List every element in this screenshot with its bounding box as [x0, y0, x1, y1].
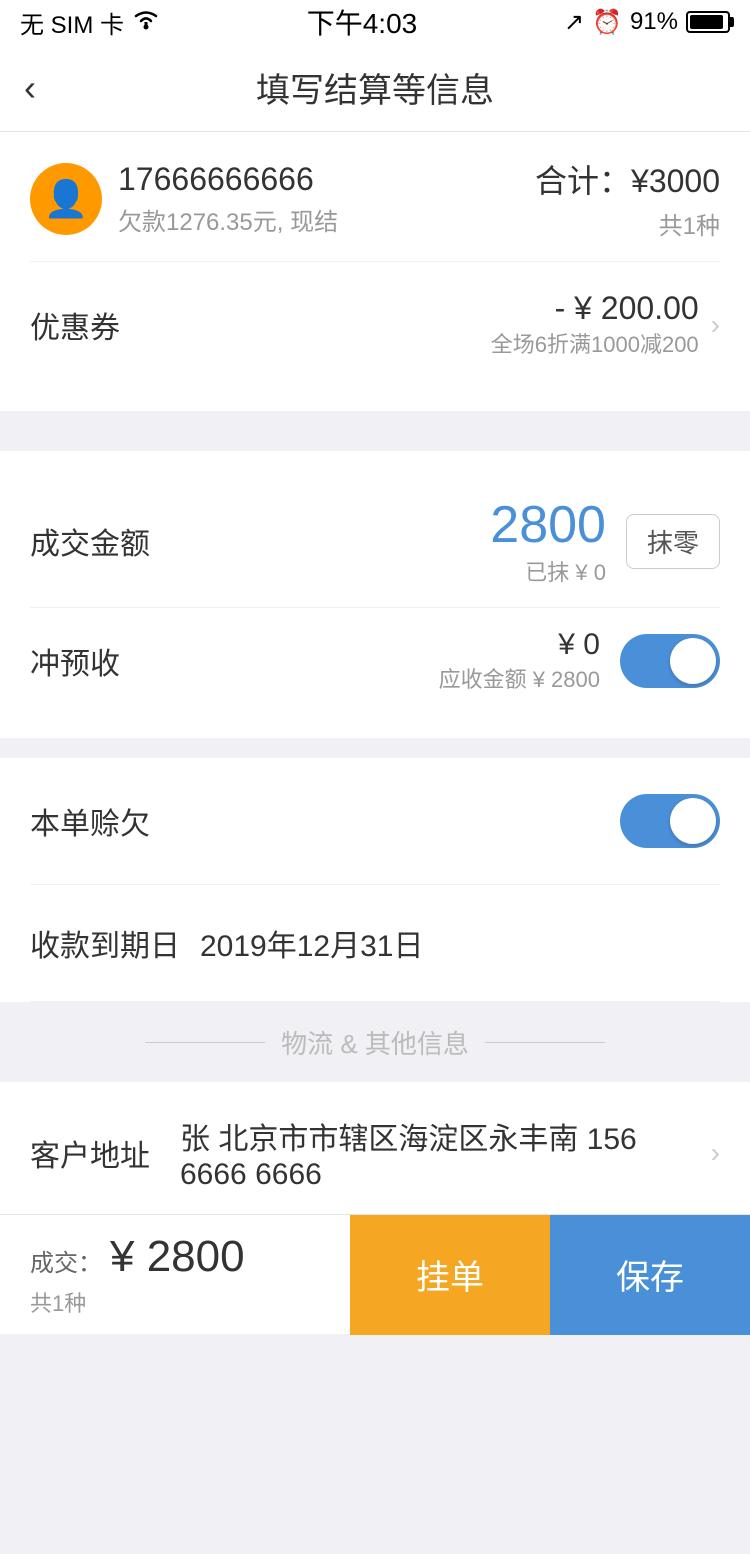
coupon-row[interactable]: 优惠券 - ¥ 200.00 全场6折满1000减200 › [30, 261, 720, 387]
address-label: 客户地址 [30, 1131, 150, 1175]
address-chevron-icon: › [711, 1137, 720, 1169]
coupon-right: - ¥ 200.00 全场6折满1000减200 › [491, 290, 720, 359]
bottom-bar: 成交： ¥ 2800 共1种 挂单 保存 [0, 1214, 750, 1334]
credit-row: 本单赊欠 [30, 758, 720, 885]
customer-card: 👤 17666666666 欠款1276.35元, 现结 合计：¥3000 共1… [0, 132, 750, 411]
prepay-row: 冲预收 ¥ 0 应收金额 ¥ 2800 [30, 608, 720, 714]
status-left: 无 SIM 卡 [20, 5, 160, 40]
bottom-deal-label: 成交： [30, 1243, 102, 1278]
page-title: 填写结算等信息 [256, 63, 494, 112]
bottom-count: 共1种 [30, 1286, 320, 1318]
coupon-label: 优惠券 [30, 303, 120, 347]
round-button[interactable]: 抹零 [626, 514, 720, 569]
total-count: 共1种 [535, 206, 720, 241]
due-date-row: 收款到期日 2019年12月31日 [30, 885, 720, 1002]
carrier-text: 无 SIM 卡 [20, 5, 124, 40]
address-row[interactable]: 客户地址 张 北京市市辖区海淀区永丰南 156 6666 6666 › [30, 1082, 720, 1224]
coupon-discount: - ¥ 200.00 [491, 290, 699, 327]
toggle-knob [670, 638, 716, 684]
deal-amount-sub: 已抹 ¥ 0 [490, 555, 606, 587]
due-date-label: 收款到期日 [30, 921, 180, 965]
credit-toggle[interactable] [620, 794, 720, 848]
customer-total: 合计：¥3000 共1种 [535, 156, 720, 241]
deal-amount-wrap: 2800 已抹 ¥ 0 [490, 495, 606, 587]
customer-left: 👤 17666666666 欠款1276.35元, 现结 [30, 161, 338, 237]
status-time: 下午4:03 [307, 2, 418, 42]
pending-button[interactable]: 挂单 [350, 1215, 550, 1335]
prepay-label: 冲预收 [30, 639, 120, 683]
logistics-text: 物流 & 其他信息 [145, 1024, 605, 1061]
credit-label: 本单赊欠 [30, 799, 150, 843]
deal-amount-label: 成交金额 [30, 519, 150, 563]
customer-row: 👤 17666666666 欠款1276.35元, 现结 合计：¥3000 共1… [30, 156, 720, 241]
status-right: ↗ ⏰ 91% [564, 8, 730, 37]
prepay-toggle[interactable] [620, 634, 720, 688]
status-bar: 无 SIM 卡 下午4:03 ↗ ⏰ 91% [0, 0, 750, 44]
customer-debt: 欠款1276.35元, 现结 [118, 202, 338, 237]
customer-info: 17666666666 欠款1276.35元, 现结 [118, 161, 338, 237]
logistics-divider: 物流 & 其他信息 [0, 1002, 750, 1082]
credit-toggle-knob [670, 798, 716, 844]
location-icon: ↗ [564, 8, 584, 37]
deal-amount-row: 成交金额 2800 已抹 ¥ 0 抹零 [30, 475, 720, 608]
nav-bar: ‹ 填写结算等信息 [0, 44, 750, 132]
coupon-desc: 全场6折满1000减200 [491, 327, 699, 359]
chevron-right-icon: › [711, 309, 720, 341]
save-button[interactable]: 保存 [550, 1215, 750, 1335]
back-button[interactable]: ‹ [24, 67, 36, 109]
credit-section: 本单赊欠 收款到期日 2019年12月31日 [0, 758, 750, 1002]
avatar-icon: 👤 [44, 178, 89, 220]
total-amount: 合计：¥3000 [535, 156, 720, 202]
section-divider-1 [0, 431, 750, 451]
alarm-icon: ⏰ [592, 8, 622, 37]
bottom-info: 成交： ¥ 2800 共1种 [0, 1232, 350, 1318]
bottom-deal-amount: ¥ 2800 [110, 1232, 245, 1282]
battery-percent: 91% [630, 8, 678, 36]
address-value: 张 北京市市辖区海淀区永丰南 156 6666 6666 [180, 1114, 711, 1192]
address-section[interactable]: 客户地址 张 北京市市辖区海淀区永丰南 156 6666 6666 › [0, 1082, 750, 1224]
prepay-value: ¥ 0 [439, 628, 600, 662]
section-divider-2 [0, 738, 750, 758]
prepay-info: ¥ 0 应收金额 ¥ 2800 [439, 628, 600, 694]
content-area: 👤 17666666666 欠款1276.35元, 现结 合计：¥3000 共1… [0, 132, 750, 1554]
wifi-icon [132, 8, 160, 37]
due-date-value: 2019年12月31日 [200, 921, 423, 965]
battery-icon [686, 11, 730, 33]
prepay-right: ¥ 0 应收金额 ¥ 2800 [439, 628, 720, 694]
bottom-deal: 成交： ¥ 2800 [30, 1232, 320, 1282]
avatar: 👤 [30, 163, 102, 235]
deal-section: 成交金额 2800 已抹 ¥ 0 抹零 冲预收 ¥ 0 应收金额 ¥ 2800 [0, 451, 750, 738]
deal-amount-right: 2800 已抹 ¥ 0 抹零 [490, 495, 720, 587]
deal-amount-value: 2800 [490, 495, 606, 555]
coupon-info: - ¥ 200.00 全场6折满1000减200 [491, 290, 699, 359]
customer-phone: 17666666666 [118, 161, 338, 198]
prepay-sub: 应收金额 ¥ 2800 [439, 662, 600, 694]
